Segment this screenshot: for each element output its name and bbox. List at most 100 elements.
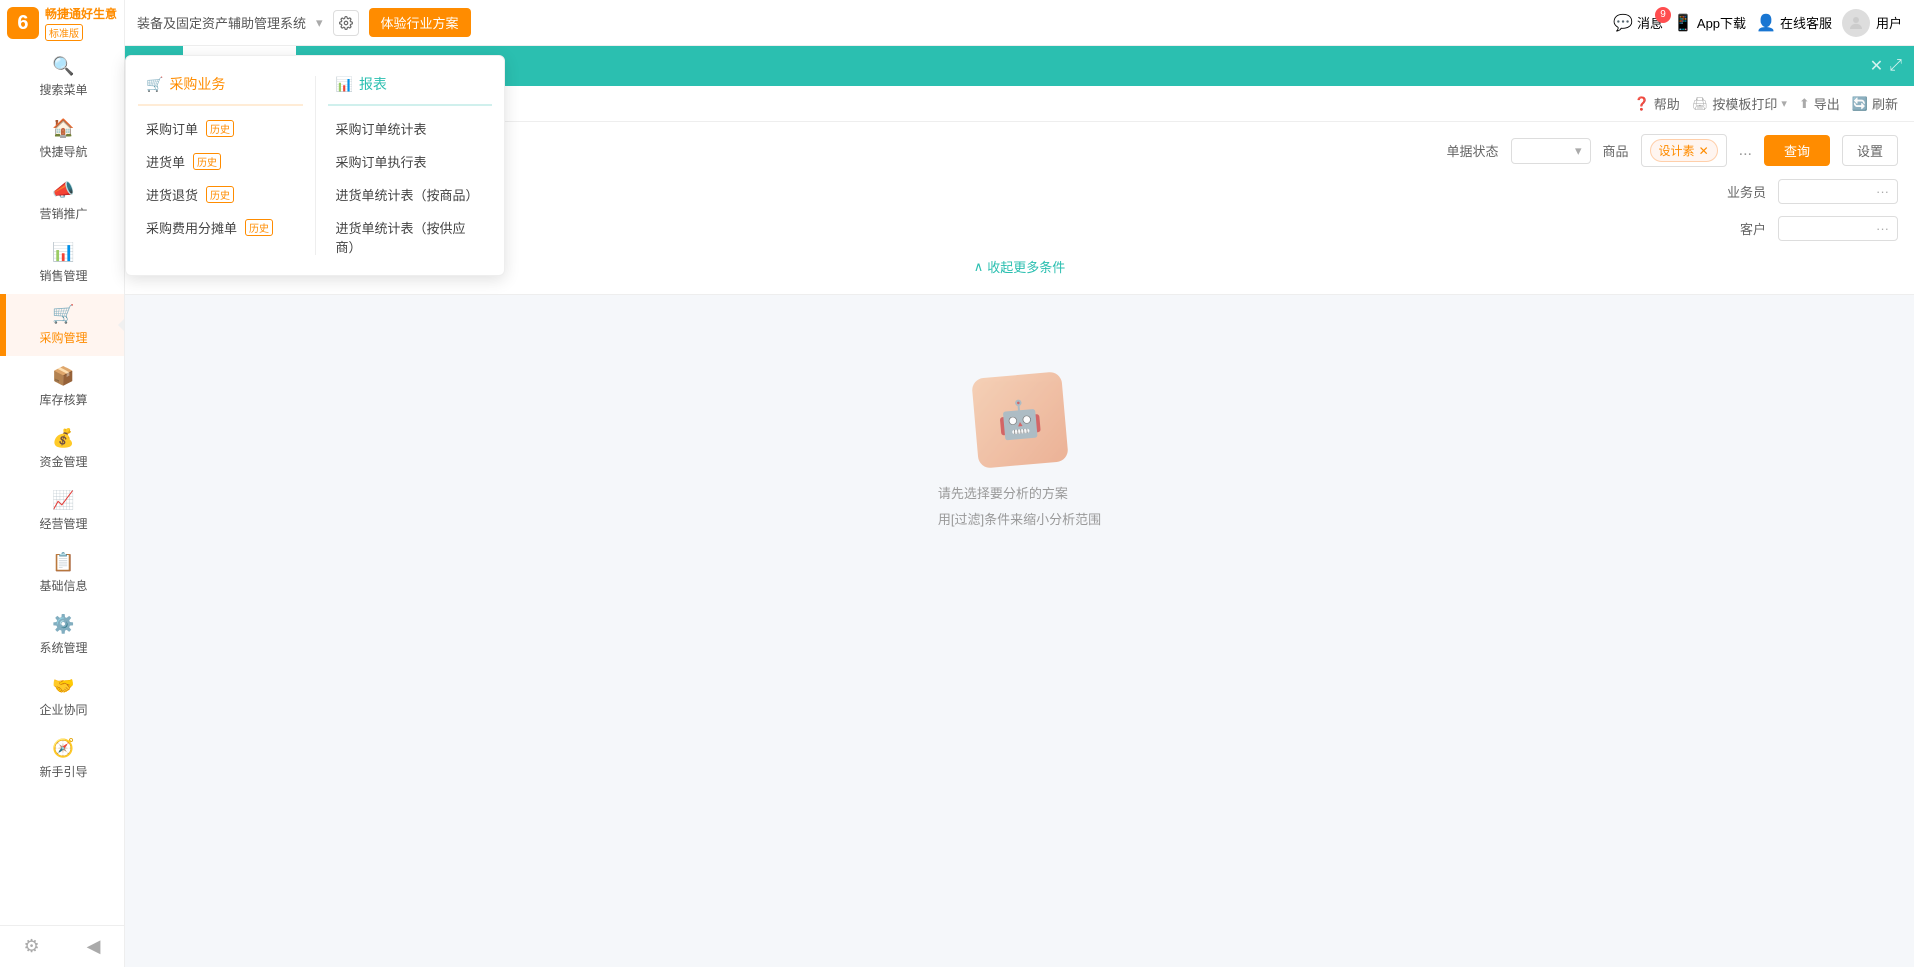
goods-more-button[interactable]: ... (1739, 142, 1752, 160)
status-select[interactable]: ▾ (1511, 138, 1591, 164)
settings-button[interactable] (333, 10, 359, 36)
menu-item-receipt-by-supplier[interactable]: 进货单统计表（按供应商） (328, 211, 493, 263)
operation-icon: 📈 (52, 490, 74, 511)
menu-item-order-stat-label: 采购订单统计表 (336, 119, 427, 138)
export-icon: ⬆ (1799, 96, 1810, 112)
goods-filter[interactable]: 设计素 ✕ (1641, 134, 1727, 167)
customer-dots: ··· (1876, 221, 1889, 236)
history-badge-1[interactable]: 历史 (193, 153, 221, 170)
empty-line1: 请先选择要分析的方案 (938, 481, 1101, 507)
staff-label: 业务员 (1727, 182, 1766, 201)
menu-item-purchase-order[interactable]: 采购订单 历史 (138, 112, 303, 145)
export-button[interactable]: ⬆ 导出 (1799, 94, 1840, 113)
user-avatar (1842, 9, 1870, 37)
sidebar-settings-button[interactable]: ⚙ (24, 936, 40, 957)
sidebar-label-search: 搜索菜单 (39, 81, 87, 98)
purchase-biz-title: 🛒 采购业务 (138, 68, 303, 106)
sidebar-item-sales[interactable]: 📊 销售管理 (0, 232, 124, 294)
industry-button[interactable]: 体验行业方案 (369, 8, 471, 37)
logo-title: 畅捷通好生意 (45, 5, 117, 22)
empty-line2: 用[过滤]条件来缩小分析范围 (938, 507, 1101, 533)
online-service-label: 在线客服 (1780, 13, 1832, 32)
purchase-report-col: 📊 报表 采购订单统计表 采购订单执行表 进货单统计表（按商品） 进货单统计表（… (316, 68, 505, 263)
user-menu-button[interactable]: 用户 (1842, 9, 1902, 37)
finance-icon: 💰 (52, 428, 74, 449)
menu-item-order-stat[interactable]: 采购订单统计表 (328, 112, 493, 145)
export-label: 导出 (1814, 94, 1840, 113)
print-button[interactable]: 🖨 按模板打印 ▾ (1692, 94, 1787, 113)
sidebar-item-marketing[interactable]: 📣 营销推广 (0, 170, 124, 232)
dropdown-arrow-icon[interactable]: ▾ (316, 15, 323, 31)
goods-tag-remove[interactable]: ✕ (1699, 144, 1709, 158)
tab-expand-button[interactable]: ⤢ (1889, 57, 1902, 75)
system-icon: ⚙️ (52, 614, 74, 635)
dropdown-columns: 🛒 采购业务 采购订单 历史 进货单 历史 进货退货 历史 采购费用分摊单 历史 (126, 68, 504, 263)
sidebar-label-purchase: 采购管理 (39, 329, 87, 346)
help-icon: ❓ (1634, 96, 1650, 112)
sidebar-item-purchase[interactable]: 🛒 采购管理 (0, 294, 124, 356)
menu-item-goods-receipt[interactable]: 进货单 历史 (138, 145, 303, 178)
set-button[interactable]: 设置 (1842, 135, 1898, 166)
sidebar-item-quick-nav[interactable]: 🏠 快捷导航 (0, 108, 124, 170)
sidebar-label-marketing: 营销推广 (39, 205, 87, 222)
sidebar-label-inventory: 库存核算 (39, 391, 87, 408)
sidebar-item-system[interactable]: ⚙️ 系统管理 (0, 604, 124, 666)
logo: 6 畅捷通好生意 标准版 (0, 0, 125, 46)
sidebar-label-system: 系统管理 (39, 639, 87, 656)
history-badge-3[interactable]: 历史 (245, 219, 273, 236)
user-label: 用户 (1876, 13, 1902, 32)
status-label: 单据状态 (1447, 141, 1499, 160)
sidebar-label-enterprise: 企业协同 (39, 701, 87, 718)
print-dropdown-icon: ▾ (1781, 97, 1787, 110)
menu-item-receipt-by-goods-label: 进货单统计表（按商品） (336, 185, 479, 204)
sidebar-label-basic-info: 基础信息 (39, 577, 87, 594)
refresh-button[interactable]: 🔄 刷新 (1852, 94, 1898, 113)
sidebar-item-enterprise[interactable]: 🤝 企业协同 (0, 666, 124, 728)
menu-item-receipt-by-goods[interactable]: 进货单统计表（按商品） (328, 178, 493, 211)
sidebar-collapse-button[interactable]: ◀ (87, 936, 101, 957)
marketing-icon: 📣 (52, 180, 74, 201)
sidebar-item-basic-info[interactable]: 📋 基础信息 (0, 542, 124, 604)
goods-label: 商品 (1603, 141, 1629, 160)
customer-select[interactable]: ··· (1778, 216, 1898, 241)
menu-item-order-exec[interactable]: 采购订单执行表 (328, 145, 493, 178)
menu-item-goods-return[interactable]: 进货退货 历史 (138, 178, 303, 211)
sales-icon: 📊 (52, 242, 74, 263)
sidebar-label-quick-nav: 快捷导航 (39, 143, 87, 160)
sidebar-label-sales: 销售管理 (39, 267, 87, 284)
enterprise-icon: 🤝 (52, 676, 74, 697)
menu-item-order-exec-label: 采购订单执行表 (336, 152, 427, 171)
sidebar-item-finance[interactable]: 💰 资金管理 (0, 418, 124, 480)
message-badge: 9 (1655, 7, 1671, 23)
sidebar-label-guide: 新手引导 (39, 763, 87, 780)
menu-item-goods-return-label: 进货退货 (146, 185, 198, 204)
menu-item-receipt-by-supplier-label: 进货单统计表（按供应商） (336, 218, 485, 256)
staff-select[interactable]: ··· (1778, 179, 1898, 204)
help-label: 帮助 (1654, 94, 1680, 113)
sidebar-item-operation[interactable]: 📈 经营管理 (0, 480, 124, 542)
history-badge-0[interactable]: 历史 (206, 120, 234, 137)
sidebar-item-search[interactable]: 🔍 搜索菜单 (0, 46, 124, 108)
tab-close-all-button[interactable]: ✕ (1870, 56, 1883, 76)
refresh-label: 刷新 (1872, 94, 1898, 113)
menu-item-purchase-cost[interactable]: 采购费用分摊单 历史 (138, 211, 303, 244)
sidebar-item-guide[interactable]: 🧭 新手引导 (0, 728, 124, 790)
status-dropdown-icon: ▾ (1575, 143, 1582, 159)
sidebar-item-inventory[interactable]: 📦 库存核算 (0, 356, 124, 418)
refresh-icon: 🔄 (1852, 96, 1868, 112)
purchase-dropdown-menu: 🛒 采购业务 采购订单 历史 进货单 历史 进货退货 历史 采购费用分摊单 历史 (125, 55, 505, 276)
staff-dots: ··· (1876, 184, 1889, 199)
goods-tag-value: 设计素 (1659, 142, 1695, 159)
report-icon: 📊 (336, 76, 353, 93)
system-title: 装备及固定资产辅助管理系统 (137, 13, 306, 32)
sidebar: 🔍 搜索菜单 🏠 快捷导航 📣 营销推广 📊 销售管理 🛒 采购管理 (0, 46, 125, 967)
query-button[interactable]: 查询 (1764, 135, 1830, 166)
collapse-up-icon: ∧ (974, 259, 984, 275)
online-service-button[interactable]: 👤 在线客服 (1756, 13, 1832, 33)
help-button[interactable]: ❓ 帮助 (1634, 94, 1680, 113)
inventory-icon: 📦 (52, 366, 74, 387)
menu-item-purchase-order-label: 采购订单 (146, 119, 198, 138)
app-download-button[interactable]: 📱 App下载 (1673, 13, 1746, 33)
message-button[interactable]: 💬 消息 9 (1613, 13, 1663, 33)
history-badge-2[interactable]: 历史 (206, 186, 234, 203)
